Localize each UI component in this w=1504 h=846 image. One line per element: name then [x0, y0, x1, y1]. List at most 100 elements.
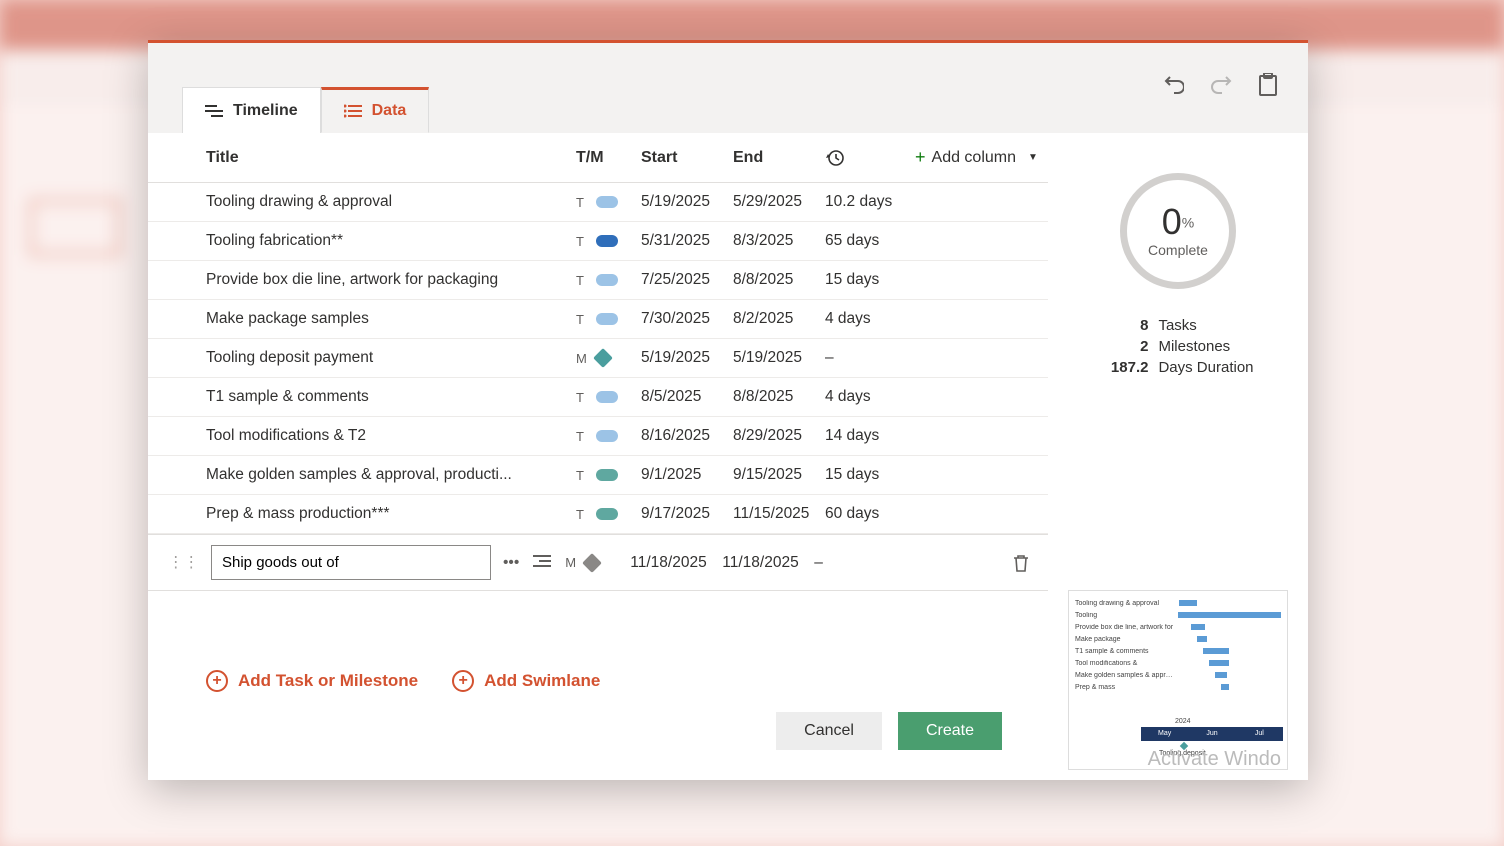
row-end: 11/18/2025 [722, 554, 814, 572]
stat-miles-n: 2 [1102, 338, 1148, 355]
list-icon [344, 104, 362, 118]
row-start: 11/18/2025 [630, 554, 722, 572]
row-end: 8/2/2025 [733, 310, 825, 328]
row-start: 5/31/2025 [641, 232, 733, 250]
table-row[interactable]: Make package samples T 7/30/2025 8/2/202… [148, 300, 1048, 339]
row-title: T1 sample & comments [206, 388, 576, 406]
preview-year: 2024 [1175, 718, 1191, 725]
row-start: 5/19/2025 [641, 193, 733, 211]
tm-letter: T [576, 390, 590, 405]
table-row[interactable]: Tooling drawing & approval T 5/19/2025 5… [148, 183, 1048, 222]
progress-value: 0 [1162, 201, 1182, 242]
drag-handle-icon[interactable]: ⋮⋮ [168, 553, 199, 572]
tm-letter: T [576, 507, 590, 522]
diamond-icon [582, 553, 602, 573]
delete-button[interactable] [1012, 553, 1030, 573]
row-title: Tooling deposit payment [206, 349, 576, 367]
more-icon[interactable]: ••• [503, 554, 519, 572]
table-row[interactable]: Provide box die line, artwork for packag… [148, 261, 1048, 300]
add-column-button[interactable]: + Add column ▼ [915, 147, 1038, 168]
tab-data-label: Data [372, 102, 407, 120]
row-title: Tooling drawing & approval [206, 193, 576, 211]
tm-letter: T [576, 429, 590, 444]
table-row[interactable]: Tooling fabrication** T 5/31/2025 8/3/20… [148, 222, 1048, 261]
col-start[interactable]: Start [641, 149, 733, 167]
tm-letter: M [576, 351, 590, 366]
row-start: 8/16/2025 [641, 427, 733, 445]
row-duration: 60 days [825, 505, 915, 523]
row-duration: 65 days [825, 232, 915, 250]
table-row[interactable]: Prep & mass production*** T 9/17/2025 11… [148, 495, 1048, 534]
row-title: Tooling fabrication** [206, 232, 576, 250]
add-task-button[interactable]: + Add Task or Milestone [206, 670, 418, 692]
row-title: Provide box die line, artwork for packag… [206, 271, 576, 289]
title-input[interactable] [211, 545, 491, 580]
chevron-down-icon: ▼ [1028, 152, 1038, 163]
table-header: Title T/M Start End + Add column ▼ [148, 133, 1048, 183]
pill-icon [596, 196, 618, 208]
stat-tasks-l: Tasks [1158, 317, 1196, 334]
pill-icon [596, 469, 618, 481]
create-button[interactable]: Create [898, 712, 1002, 750]
cancel-button[interactable]: Cancel [776, 712, 882, 750]
diamond-icon [593, 348, 613, 368]
col-title[interactable]: Title [206, 149, 576, 167]
row-title: Tool modifications & T2 [206, 427, 576, 445]
row-start: 8/5/2025 [641, 388, 733, 406]
plus-icon: + [915, 147, 926, 168]
plus-circle-icon: + [452, 670, 474, 692]
row-duration: – [825, 349, 915, 367]
add-task-label: Add Task or Milestone [238, 671, 418, 691]
row-duration: 14 days [825, 427, 915, 445]
row-duration: – [814, 554, 904, 572]
undo-button[interactable] [1162, 73, 1184, 97]
tm-letter: T [576, 273, 590, 288]
stat-tasks-n: 8 [1102, 317, 1148, 334]
row-title: Prep & mass production*** [206, 505, 576, 523]
pill-icon [596, 274, 618, 286]
table-row-editing[interactable]: ⋮⋮ ••• M 11/18/2025 11/18/2025 – [148, 534, 1048, 591]
row-duration: 4 days [825, 388, 915, 406]
redo-button[interactable] [1210, 73, 1232, 97]
tm-letter: M [565, 555, 579, 570]
watermark: Activate Windo [1148, 748, 1281, 770]
row-duration: 10.2 days [825, 193, 915, 211]
row-end: 5/29/2025 [733, 193, 825, 211]
table-row[interactable]: Tool modifications & T2 T 8/16/2025 8/29… [148, 417, 1048, 456]
row-title: Make golden samples & approval, producti… [206, 466, 576, 484]
indent-icon[interactable] [533, 554, 551, 572]
table-row[interactable]: Tooling deposit payment M 5/19/2025 5/19… [148, 339, 1048, 378]
timeline-data-modal: ☐ ✕ Timeline Data [148, 40, 1308, 780]
timeline-preview[interactable]: Tooling drawing & approvalToolingProvide… [1068, 590, 1288, 770]
col-end[interactable]: End [733, 149, 825, 167]
pill-icon [596, 313, 618, 325]
row-duration: 15 days [825, 271, 915, 289]
summary-stats: 8Tasks 2Milestones 187.2Days Duration [1102, 315, 1253, 378]
row-end: 9/15/2025 [733, 466, 825, 484]
row-end: 8/29/2025 [733, 427, 825, 445]
row-start: 7/30/2025 [641, 310, 733, 328]
pill-icon [596, 391, 618, 403]
col-tm[interactable]: T/M [576, 149, 641, 167]
col-duration[interactable] [825, 148, 915, 168]
add-swimlane-button[interactable]: + Add Swimlane [452, 670, 600, 692]
clipboard-button[interactable] [1258, 73, 1278, 97]
row-end: 8/8/2025 [733, 388, 825, 406]
tm-letter: T [576, 234, 590, 249]
table-row[interactable]: Make golden samples & approval, producti… [148, 456, 1048, 495]
tab-timeline-label: Timeline [233, 102, 298, 120]
tab-data[interactable]: Data [321, 87, 430, 133]
row-start: 7/25/2025 [641, 271, 733, 289]
row-duration: 15 days [825, 466, 915, 484]
tm-letter: T [576, 195, 590, 210]
tab-timeline[interactable]: Timeline [182, 87, 321, 133]
row-start: 9/17/2025 [641, 505, 733, 523]
stat-days-l: Days Duration [1158, 359, 1253, 376]
row-end: 5/19/2025 [733, 349, 825, 367]
progress-ring: 0% Complete [1120, 173, 1236, 289]
table-row[interactable]: T1 sample & comments T 8/5/2025 8/8/2025… [148, 378, 1048, 417]
row-end: 8/8/2025 [733, 271, 825, 289]
tm-letter: T [576, 468, 590, 483]
row-start: 5/19/2025 [641, 349, 733, 367]
pill-icon [596, 235, 618, 247]
